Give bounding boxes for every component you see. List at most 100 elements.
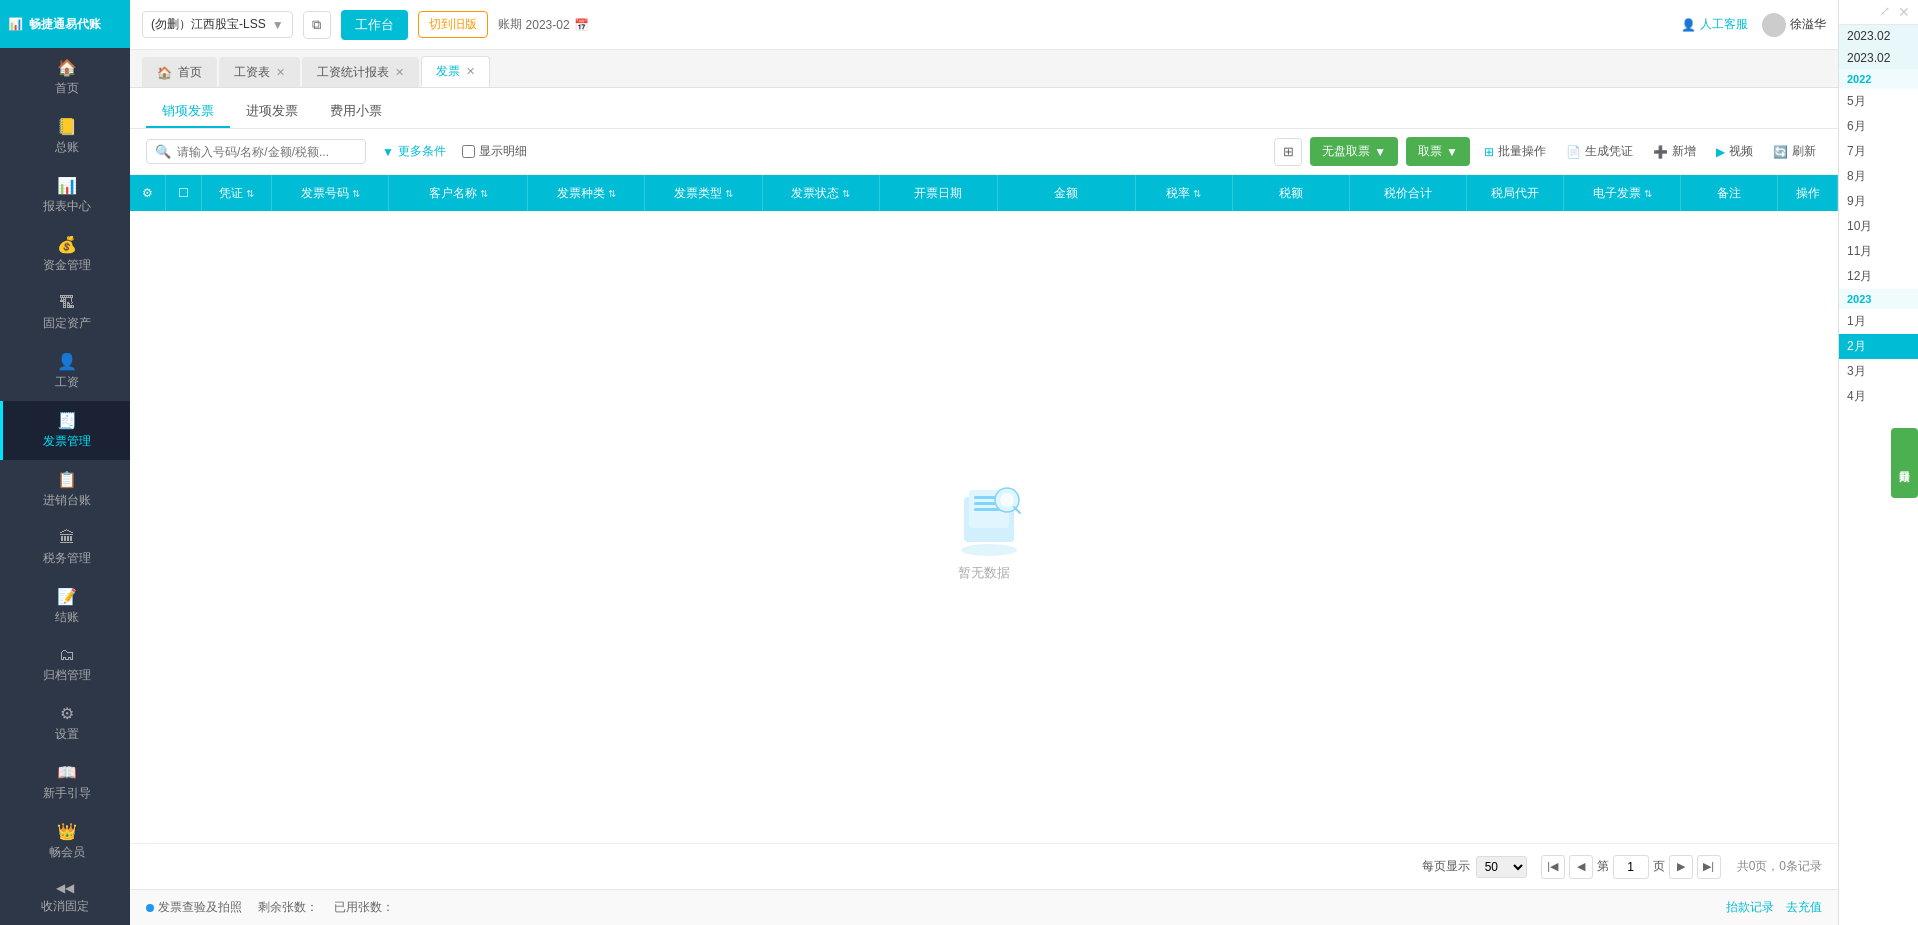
batch-ops-icon: ⊞ (1484, 145, 1494, 159)
th-action[interactable]: 操作 (1778, 175, 1838, 211)
sidebar-item-fund[interactable]: 💰 资金管理 (0, 225, 130, 284)
calendar-icon[interactable]: 📅 (574, 18, 589, 32)
sidebar-item-label: 税务管理 (43, 550, 91, 567)
next-page-button[interactable]: ▶ (1669, 855, 1693, 879)
page-input[interactable] (1613, 855, 1649, 879)
empty-text: 暂无数据 (958, 564, 1010, 582)
th-invoice-status[interactable]: 发票状态 ⇅ (763, 175, 880, 211)
sidebar-item-sales-ledger[interactable]: 📋 进销台账 (0, 460, 130, 519)
user-menu[interactable]: 徐溢华 (1762, 13, 1826, 37)
close-invoice-tab[interactable]: ✕ (466, 65, 475, 78)
first-page-button[interactable]: |◀ (1541, 855, 1565, 879)
sidebar-item-invoice-mgmt[interactable]: 🧾 发票管理 (0, 401, 130, 460)
tab-salary-stats[interactable]: 工资统计报表 ✕ (302, 57, 419, 87)
refresh-button[interactable]: 🔄 刷新 (1767, 139, 1822, 164)
topbar: (勿删）江西股宝-LSS ▼ ⧉ 工作台 切到旧版 账期 2023-02 📅 👤… (130, 0, 1838, 50)
gen-voucher-icon: 📄 (1566, 145, 1581, 159)
batch-ops-button[interactable]: ⊞ 批量操作 (1478, 139, 1552, 164)
sidebar-item-report[interactable]: 📊 报表中心 (0, 166, 130, 225)
workbench-button[interactable]: 工作台 (341, 10, 408, 40)
sidebar-item-fixed-assets[interactable]: 🏗 固定资产 (0, 284, 130, 342)
sidebar-collapse[interactable]: ◀◀ 收消固定 (0, 871, 130, 925)
tab-salary[interactable]: 工资表 ✕ (219, 57, 300, 87)
prev-page-button[interactable]: ◀ (1569, 855, 1593, 879)
get-ticket-button[interactable]: 取票 ▼ (1406, 137, 1470, 166)
fixed-assets-icon: 🏗 (59, 294, 75, 312)
period-12[interactable]: 12月 (1839, 264, 1918, 289)
show-detail-checkbox[interactable]: 显示明细 (462, 143, 527, 160)
th-tax-code[interactable]: 税局代开 (1467, 175, 1564, 211)
switch-old-button[interactable]: 切到旧版 (418, 11, 488, 38)
th-amount[interactable]: 金额 (998, 175, 1136, 211)
date-panel: ⤢ ✕ 2023.02 2023.02 2022 5月 6月 7月 8月 9月 … (1838, 0, 1918, 925)
sidebar-item-tax-mgmt[interactable]: 🏛 税务管理 (0, 519, 130, 577)
sidebar-item-settlement[interactable]: 📝 结账 (0, 577, 130, 636)
period-5[interactable]: 5月 (1839, 89, 1918, 114)
app-logo: 📊 畅捷通易代账 (0, 0, 130, 48)
sidebar-item-ledger[interactable]: 📒 总账 (0, 107, 130, 166)
sidebar-item-label: 新手引导 (43, 785, 91, 802)
tab-home[interactable]: 🏠 首页 (142, 57, 217, 87)
period-2023-4[interactable]: 4月 (1839, 384, 1918, 409)
company-selector[interactable]: (勿删）江西股宝-LSS ▼ (142, 11, 293, 38)
filter-button[interactable]: ▼ 更多条件 (374, 139, 454, 164)
sidebar-item-settings[interactable]: ⚙ 设置 (0, 694, 130, 753)
svg-point-7 (1000, 493, 1014, 507)
service-icon: 👤 (1681, 18, 1696, 32)
th-customer[interactable]: 客户名称 ⇅ (389, 175, 527, 211)
subtab-sales-invoice[interactable]: 销项发票 (146, 96, 230, 128)
period-2023-02-first[interactable]: 2023.02 (1839, 25, 1918, 47)
period-11[interactable]: 11月 (1839, 239, 1918, 264)
close-panel-icon[interactable]: ✕ (1898, 4, 1910, 20)
sidebar-item-archive[interactable]: 🗂 归档管理 (0, 636, 130, 694)
svg-rect-4 (974, 502, 996, 505)
expand-icon[interactable]: ⤢ (1880, 4, 1890, 20)
sidebar-item-home[interactable]: 🏠 首页 (0, 48, 130, 107)
th-invoice-no[interactable]: 发票号码 ⇅ (272, 175, 389, 211)
period-2023-3[interactable]: 3月 (1839, 359, 1918, 384)
close-salary-tab[interactable]: ✕ (276, 66, 285, 79)
sidebar-item-guide[interactable]: 📖 新手引导 (0, 753, 130, 812)
open-period-button[interactable]: 开账日期 (1891, 428, 1918, 498)
th-voucher[interactable]: 凭证 ⇅ (202, 175, 272, 211)
service-button[interactable]: 👤 人工客服 (1681, 16, 1748, 33)
subtab-expense-receipt[interactable]: 费用小票 (314, 96, 398, 128)
th-remark[interactable]: 备注 (1681, 175, 1778, 211)
show-detail-input[interactable] (462, 145, 475, 158)
period-7[interactable]: 7月 (1839, 139, 1918, 164)
th-settings[interactable]: ⚙ (130, 175, 166, 211)
th-tax[interactable]: 税额 (1233, 175, 1350, 211)
recharge-link[interactable]: 去充值 (1786, 899, 1822, 916)
sidebar-item-salary[interactable]: 👤 工资 (0, 342, 130, 401)
period-2023-1[interactable]: 1月 (1839, 309, 1918, 334)
grid-layout-button[interactable]: ⊞ (1274, 138, 1302, 166)
period-2023-02-second[interactable]: 2023.02 (1839, 47, 1918, 69)
close-salary-stats-tab[interactable]: ✕ (395, 66, 404, 79)
th-checkbox[interactable]: ☐ (166, 175, 202, 211)
sidebar-item-label: 首页 (55, 80, 79, 97)
raise-record-link[interactable]: 抬款记录 (1726, 899, 1774, 916)
th-open-date[interactable]: 开票日期 (880, 175, 997, 211)
svg-rect-5 (974, 508, 1000, 511)
period-2023-2[interactable]: 2月 (1839, 334, 1918, 359)
period-10[interactable]: 10月 (1839, 214, 1918, 239)
last-page-button[interactable]: ▶| (1697, 855, 1721, 879)
gen-voucher-button[interactable]: 📄 生成凭证 (1560, 139, 1639, 164)
th-invoice-category[interactable]: 发票类型 ⇅ (645, 175, 762, 211)
copy-button[interactable]: ⧉ (303, 11, 331, 39)
tab-invoice[interactable]: 发票 ✕ (421, 56, 490, 87)
period-6[interactable]: 6月 (1839, 114, 1918, 139)
per-page-select[interactable]: 20 50 100 (1476, 856, 1527, 878)
period-9[interactable]: 9月 (1839, 189, 1918, 214)
new-button[interactable]: ➕ 新增 (1647, 139, 1702, 164)
period-8[interactable]: 8月 (1839, 164, 1918, 189)
th-tax-total[interactable]: 税价合计 (1350, 175, 1467, 211)
no-ticket-button[interactable]: 无盘取票 ▼ (1310, 137, 1398, 166)
video-button[interactable]: ▶ 视频 (1710, 139, 1759, 164)
search-input[interactable] (177, 145, 357, 159)
th-invoice-type[interactable]: 发票种类 ⇅ (528, 175, 645, 211)
th-e-invoice[interactable]: 电子发票 ⇅ (1564, 175, 1681, 211)
sidebar-item-vip[interactable]: 👑 畅会员 (0, 812, 130, 871)
subtab-purchase-invoice[interactable]: 进项发票 (230, 96, 314, 128)
th-tax-rate[interactable]: 税率 ⇅ (1136, 175, 1233, 211)
